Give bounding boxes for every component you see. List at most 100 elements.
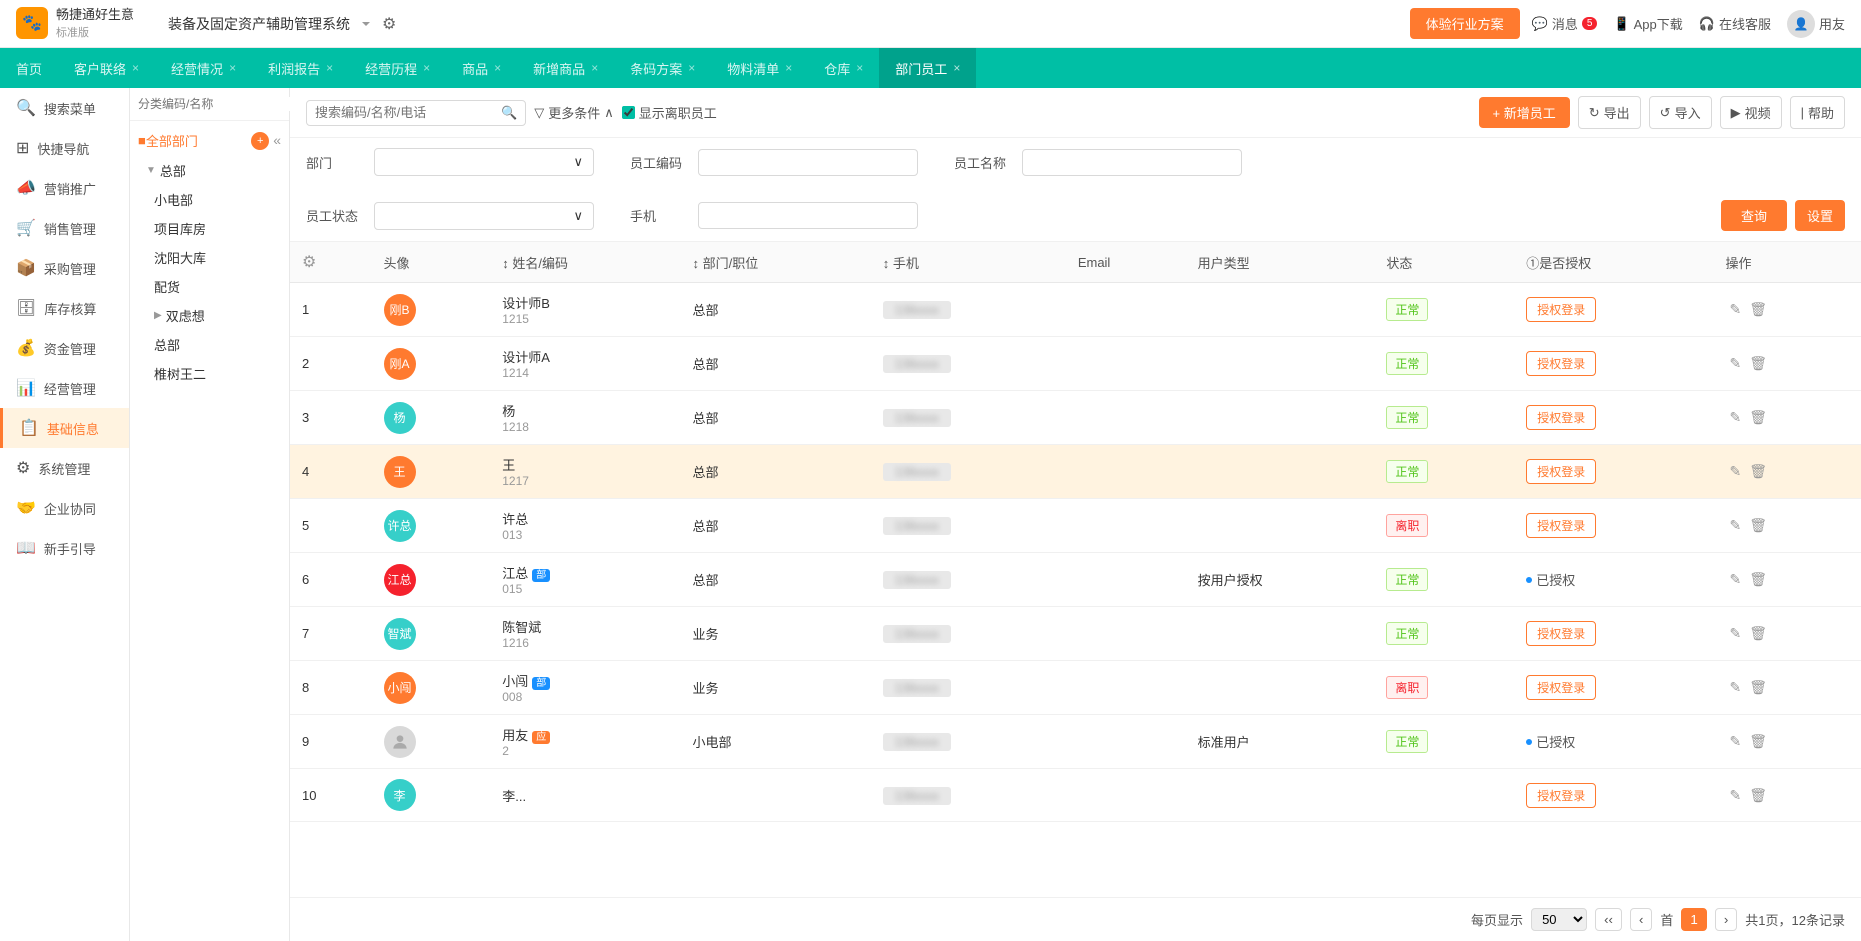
delete-button[interactable]: 🗑 xyxy=(1745,623,1771,644)
dept-node-总部[interactable]: 总部 xyxy=(130,330,289,359)
col-dept[interactable]: ↕ 部门/职位 xyxy=(680,242,870,283)
auth-button[interactable]: 授权登录 xyxy=(1526,621,1596,646)
dept-node-小电部[interactable]: 小电部 xyxy=(130,185,289,214)
sidebar-item-快捷导航[interactable]: ⊞快捷导航 xyxy=(0,128,129,168)
setting-button[interactable]: 设置 xyxy=(1795,200,1845,231)
settings-icon[interactable]: ⚙ xyxy=(382,14,396,34)
nav-close-新增商品[interactable]: × xyxy=(591,61,598,75)
edit-button[interactable]: ✎ xyxy=(1726,299,1746,320)
export-button[interactable]: ↻ 导出 xyxy=(1578,96,1641,129)
next-page-btn[interactable]: › xyxy=(1715,908,1737,931)
nav-item-首页[interactable]: 首页 xyxy=(0,48,58,88)
edit-button[interactable]: ✎ xyxy=(1726,785,1746,806)
search-icon[interactable]: 🔍 xyxy=(501,105,517,121)
edit-button[interactable]: ✎ xyxy=(1726,461,1746,482)
dept-search-input[interactable] xyxy=(138,97,293,111)
auth-button[interactable]: 授权登录 xyxy=(1526,675,1596,700)
delete-button[interactable]: 🗑 xyxy=(1745,461,1771,482)
add-employee-button[interactable]: + 新增员工 xyxy=(1479,97,1570,128)
dept-node-双虑想[interactable]: ▶双虑想 xyxy=(130,301,289,330)
current-page-btn[interactable]: 1 xyxy=(1681,908,1706,931)
more-filters-btn[interactable]: ▽ 更多条件 ∧ xyxy=(534,103,614,122)
nav-close-仓库[interactable]: × xyxy=(856,61,863,75)
sidebar-item-新手引导[interactable]: 📖新手引导 xyxy=(0,528,129,568)
nav-item-新增商品[interactable]: 新增商品× xyxy=(517,48,614,88)
nav-item-客户联络[interactable]: 客户联络× xyxy=(58,48,155,88)
edit-button[interactable]: ✎ xyxy=(1726,353,1746,374)
edit-button[interactable]: ✎ xyxy=(1726,677,1746,698)
delete-button[interactable]: 🗑 xyxy=(1745,299,1771,320)
view-button[interactable]: ▶ 视频 xyxy=(1720,96,1782,129)
sidebar-item-销售管理[interactable]: 🛒销售管理 xyxy=(0,208,129,248)
auth-button[interactable]: 授权登录 xyxy=(1526,513,1596,538)
trial-button[interactable]: 体验行业方案 xyxy=(1410,8,1520,39)
query-button[interactable]: 查询 xyxy=(1721,200,1787,231)
nav-close-物料清单[interactable]: × xyxy=(785,61,792,75)
nav-close-部门员工[interactable]: × xyxy=(953,61,960,75)
nav-item-经营历程[interactable]: 经营历程× xyxy=(349,48,446,88)
edit-button[interactable]: ✎ xyxy=(1726,407,1746,428)
sidebar-item-搜索菜单[interactable]: 🔍搜索菜单 xyxy=(0,88,129,128)
delete-button[interactable]: 🗑 xyxy=(1745,569,1771,590)
nav-close-经营情况[interactable]: × xyxy=(229,61,236,75)
delete-button[interactable]: 🗑 xyxy=(1745,353,1771,374)
sidebar-item-系统管理[interactable]: ⚙系统管理 xyxy=(0,448,129,488)
user-area[interactable]: 👤 用友 xyxy=(1787,10,1845,38)
resigned-checkbox-input[interactable] xyxy=(622,106,635,119)
delete-button[interactable]: 🗑 xyxy=(1745,677,1771,698)
nav-item-商品[interactable]: 商品× xyxy=(446,48,517,88)
filter-dept-select[interactable]: ∨ xyxy=(374,148,594,176)
nav-close-商品[interactable]: × xyxy=(494,61,501,75)
nav-close-利润报告[interactable]: × xyxy=(326,61,333,75)
filter-emp-name-input[interactable] xyxy=(1022,149,1242,176)
sidebar-item-库存核算[interactable]: 🗄库存核算 xyxy=(0,288,129,328)
dept-node-配货[interactable]: 配货 xyxy=(130,272,289,301)
sidebar-item-经营管理[interactable]: 📊经营管理 xyxy=(0,368,129,408)
dept-node-沈阳大库[interactable]: 沈阳大库 xyxy=(130,243,289,272)
dept-node-总部[interactable]: ▼总部 xyxy=(130,156,289,185)
nav-close-条码方案[interactable]: × xyxy=(688,61,695,75)
message-btn[interactable]: 💬 消息 5 xyxy=(1532,14,1598,33)
dept-node-椎树王二[interactable]: 椎树王二 xyxy=(130,359,289,388)
nav-item-仓库[interactable]: 仓库× xyxy=(808,48,879,88)
search-input[interactable] xyxy=(315,105,495,120)
nav-close-经营历程[interactable]: × xyxy=(423,61,430,75)
edit-button[interactable]: ✎ xyxy=(1726,731,1746,752)
edit-button[interactable]: ✎ xyxy=(1726,623,1746,644)
help-button[interactable]: | 帮助 xyxy=(1790,96,1845,129)
auth-button[interactable]: 授权登录 xyxy=(1526,351,1596,376)
nav-item-条码方案[interactable]: 条码方案× xyxy=(614,48,711,88)
app-download-btn[interactable]: 📱 App下载 xyxy=(1613,14,1682,33)
per-page-select[interactable]: 50 100 xyxy=(1531,908,1587,931)
nav-close-客户联络[interactable]: × xyxy=(132,61,139,75)
nav-item-经营情况[interactable]: 经营情况× xyxy=(155,48,252,88)
show-resigned-checkbox[interactable]: 显示离职员工 xyxy=(622,103,717,122)
col-phone[interactable]: ↕ 手机 xyxy=(871,242,1066,283)
nav-item-物料清单[interactable]: 物料清单× xyxy=(711,48,808,88)
sidebar-item-资金管理[interactable]: 💰资金管理 xyxy=(0,328,129,368)
first-page-btn[interactable]: ‹‹ xyxy=(1595,908,1622,931)
auth-button[interactable]: 授权登录 xyxy=(1526,297,1596,322)
dept-collapse-icon[interactable]: « xyxy=(273,132,281,150)
edit-button[interactable]: ✎ xyxy=(1726,569,1746,590)
auth-button[interactable]: 授权登录 xyxy=(1526,459,1596,484)
dropdown-icon[interactable] xyxy=(358,16,374,32)
sidebar-item-采购管理[interactable]: 📦采购管理 xyxy=(0,248,129,288)
sidebar-item-基础信息[interactable]: 📋基础信息 xyxy=(0,408,129,448)
dept-add-icon[interactable]: + xyxy=(251,132,269,150)
delete-button[interactable]: 🗑 xyxy=(1745,785,1771,806)
prev-page-btn[interactable]: ‹ xyxy=(1630,908,1652,931)
col-gear[interactable]: ⚙ xyxy=(290,242,372,283)
filter-emp-code-input[interactable] xyxy=(698,149,918,176)
delete-button[interactable]: 🗑 xyxy=(1745,407,1771,428)
delete-button[interactable]: 🗑 xyxy=(1745,731,1771,752)
edit-button[interactable]: ✎ xyxy=(1726,515,1746,536)
import-button[interactable]: ↺ 导入 xyxy=(1649,96,1712,129)
auth-button[interactable]: 授权登录 xyxy=(1526,783,1596,808)
filter-phone-input[interactable] xyxy=(698,202,918,229)
filter-emp-status-select[interactable]: ∨ xyxy=(374,202,594,230)
auth-button[interactable]: 授权登录 xyxy=(1526,405,1596,430)
col-name[interactable]: ↕ 姓名/编码 xyxy=(490,242,680,283)
sidebar-item-营销推广[interactable]: 📣营销推广 xyxy=(0,168,129,208)
dept-node-项目库房[interactable]: 项目库房 xyxy=(130,214,289,243)
